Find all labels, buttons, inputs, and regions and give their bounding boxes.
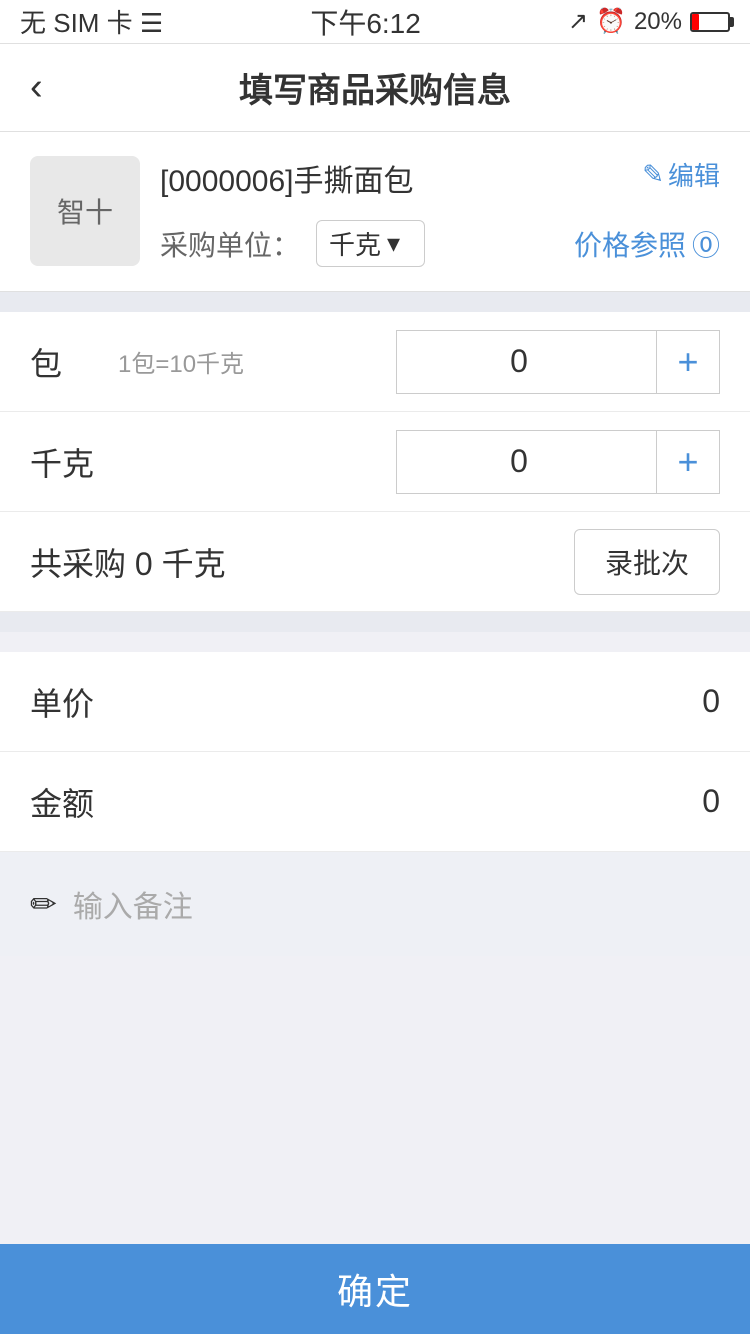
bao-label: 包	[30, 339, 110, 385]
confirm-button[interactable]: 确定	[0, 1244, 750, 1334]
purchase-unit-row: 采购单位： 千克 ▾ 价格参照 ⓪	[160, 220, 720, 267]
amount-row: 金额 0	[0, 752, 750, 852]
nav-bar: ‹ 填写商品采购信息	[0, 44, 750, 132]
kg-plus-button[interactable]: +	[656, 430, 720, 494]
unit-select[interactable]: 千克 ▾	[316, 220, 425, 267]
alarm-icon: ⏰	[596, 7, 626, 36]
kg-quantity-input[interactable]	[396, 430, 656, 494]
kg-section: 千克 +	[0, 412, 750, 512]
amount-value: 0	[702, 783, 720, 820]
kg-input-row: 千克 +	[0, 412, 750, 512]
price-row: 单价 0	[0, 652, 750, 752]
battery-icon	[690, 12, 730, 32]
status-right: ↗ ⏰ 20%	[568, 7, 730, 36]
unit-value: 千克	[329, 225, 381, 262]
summary-row: 共采购 0 千克 录批次	[0, 512, 750, 612]
unit-label: 采购单位：	[160, 224, 300, 264]
status-left: 无 SIM 卡 ☰	[20, 3, 163, 40]
page-title: 填写商品采购信息	[239, 63, 511, 112]
location-icon: ↗	[568, 7, 588, 36]
bao-plus-button[interactable]: +	[656, 330, 720, 394]
edit-icon: ✎	[642, 159, 664, 190]
status-bar: 无 SIM 卡 ☰ 下午6:12 ↗ ⏰ 20%	[0, 0, 750, 44]
product-name-row: [0000006]手撕面包 ✎ 编辑	[160, 156, 720, 200]
price-label: 单价	[30, 679, 94, 725]
price-ref-label: 价格参照	[574, 224, 686, 264]
product-thumbnail: 智十	[30, 156, 140, 266]
separator-2	[0, 612, 750, 632]
pencil-icon: ✏	[30, 885, 57, 923]
bao-sublabel: 1包=10千克	[118, 344, 244, 379]
kg-label: 千克	[30, 439, 110, 485]
product-name: [0000006]手撕面包	[160, 156, 413, 200]
battery-percent: 20%	[634, 8, 682, 36]
product-card: 智十 [0000006]手撕面包 ✎ 编辑 采购单位： 千克 ▾ 价格参照 ⓪	[0, 132, 750, 292]
summary-text: 共采购 0 千克	[30, 539, 226, 585]
sim-indicator: 无 SIM 卡 ☰	[20, 3, 163, 40]
amount-label: 金额	[30, 779, 94, 825]
record-batch-button[interactable]: 录批次	[574, 529, 720, 595]
separator-1	[0, 292, 750, 312]
remark-placeholder: 输入备注	[73, 882, 193, 926]
product-info: [0000006]手撕面包 ✎ 编辑 采购单位： 千克 ▾ 价格参照 ⓪	[160, 156, 720, 267]
bao-section: 包 1包=10千克 +	[0, 312, 750, 412]
bao-input-row: 包 1包=10千克 +	[0, 312, 750, 412]
bao-input-right: +	[396, 330, 720, 394]
price-ref-button[interactable]: 价格参照 ⓪	[574, 224, 720, 264]
bottom-space	[0, 956, 750, 1256]
edit-button[interactable]: ✎ 编辑	[642, 156, 720, 193]
main-content: 智十 [0000006]手撕面包 ✎ 编辑 采购单位： 千克 ▾ 价格参照 ⓪	[0, 132, 750, 1256]
remark-section[interactable]: ✏ 输入备注	[0, 852, 750, 956]
help-icon: ⓪	[692, 224, 720, 264]
dropdown-icon: ▾	[387, 228, 400, 259]
bao-quantity-input[interactable]	[396, 330, 656, 394]
kg-input-right: +	[396, 430, 720, 494]
back-button[interactable]: ‹	[30, 66, 43, 109]
price-amount-section: 单价 0 金额 0	[0, 652, 750, 852]
status-time: 下午6:12	[310, 2, 421, 42]
price-value: 0	[702, 683, 720, 720]
